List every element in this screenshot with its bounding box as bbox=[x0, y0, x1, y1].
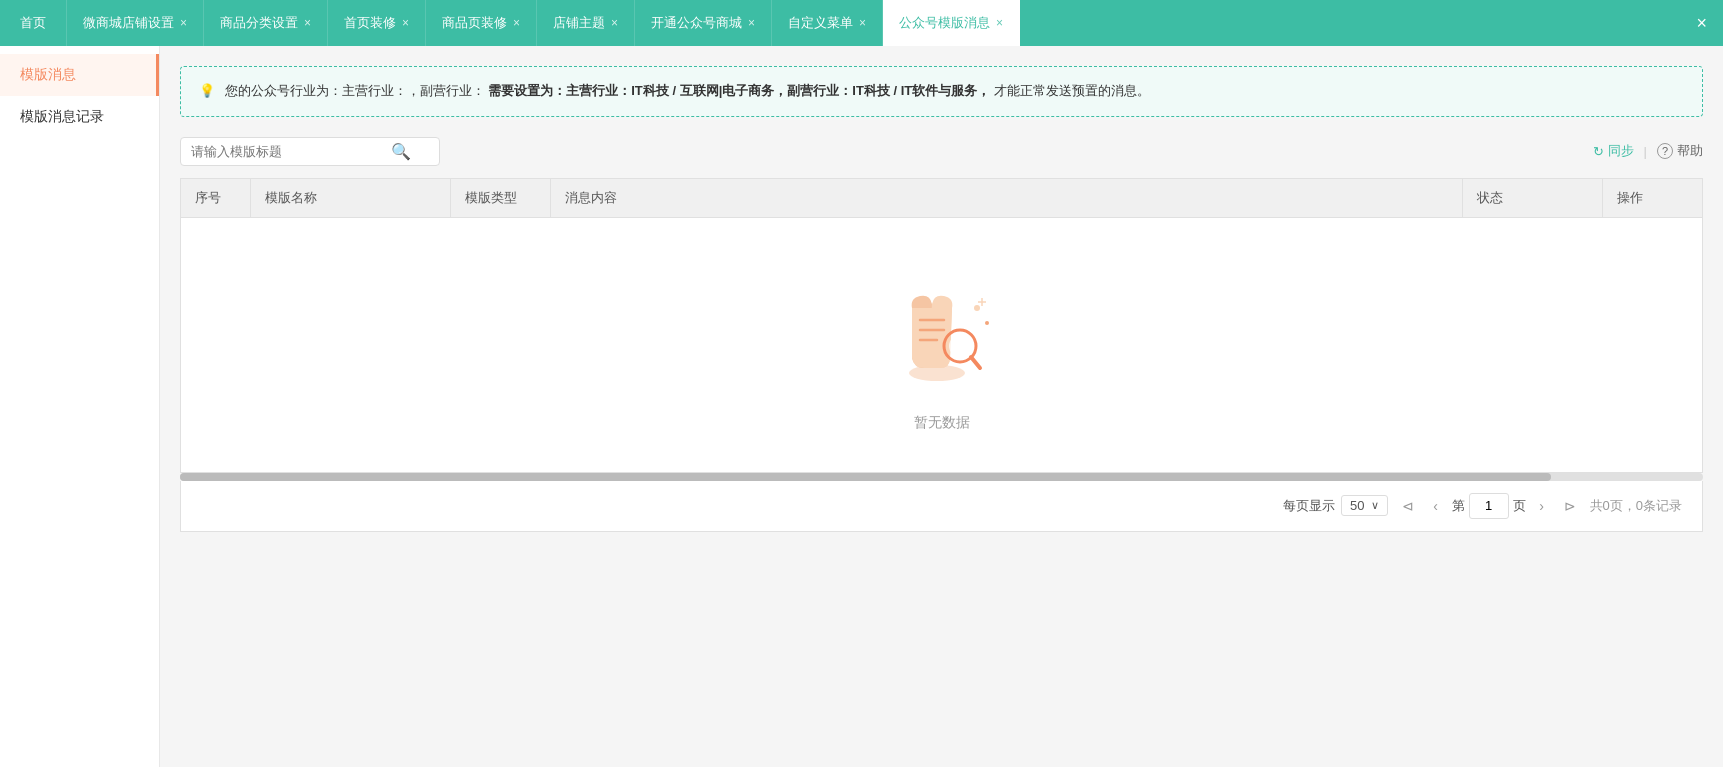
nav-tab-home-decor[interactable]: 首页装修 × bbox=[328, 0, 426, 46]
col-header-type: 模版类型 bbox=[451, 178, 551, 217]
close-tab-product-decor[interactable]: × bbox=[513, 16, 520, 30]
page-unit: 页 bbox=[1513, 497, 1526, 515]
col-header-name: 模版名称 bbox=[251, 178, 451, 217]
nav-tab-theme[interactable]: 店铺主题 × bbox=[537, 0, 635, 46]
sidebar-item-template-msg[interactable]: 模版消息 bbox=[0, 54, 159, 96]
page-navigation: ⊲ ‹ 第 页 › ⊳ bbox=[1396, 493, 1582, 519]
svg-line-6 bbox=[971, 357, 980, 368]
per-page-label: 每页显示 bbox=[1283, 497, 1335, 515]
close-tab-template-msg[interactable]: × bbox=[996, 16, 1003, 30]
nav-tab-shop-settings[interactable]: 微商城店铺设置 × bbox=[67, 0, 204, 46]
search-input-wrap: 🔍 bbox=[180, 137, 440, 166]
col-header-index: 序号 bbox=[181, 178, 251, 217]
notice-box: 💡 您的公众号行业为：主营行业：，副营行业： 需要设置为：主营行业：IT科技 /… bbox=[180, 66, 1703, 117]
toolbar-divider: | bbox=[1644, 144, 1647, 159]
total-info: 共0页，0条记录 bbox=[1590, 497, 1682, 515]
first-page-button[interactable]: ⊲ bbox=[1396, 494, 1420, 518]
svg-point-8 bbox=[985, 321, 989, 325]
nav-tab-mall[interactable]: 开通公众号商城 × bbox=[635, 0, 772, 46]
col-header-status: 状态 bbox=[1463, 178, 1603, 217]
horizontal-scrollbar[interactable] bbox=[180, 473, 1703, 481]
nav-tab-menu[interactable]: 自定义菜单 × bbox=[772, 0, 883, 46]
search-icon[interactable]: 🔍 bbox=[391, 142, 411, 161]
top-nav: 首页 微商城店铺设置 × 商品分类设置 × 首页装修 × 商品页装修 × 店铺主… bbox=[0, 0, 1723, 46]
nav-tab-template-msg[interactable]: 公众号模版消息 × bbox=[883, 0, 1020, 46]
page-size-select: 每页显示 50 ∨ bbox=[1283, 495, 1387, 516]
sync-button[interactable]: ↻ 同步 bbox=[1593, 142, 1634, 160]
sidebar-item-template-log[interactable]: 模版消息记录 bbox=[0, 96, 159, 138]
close-all-tabs[interactable]: × bbox=[1680, 13, 1723, 34]
page-size-dropdown[interactable]: 50 ∨ bbox=[1341, 495, 1387, 516]
nav-tab-home[interactable]: 首页 bbox=[0, 0, 67, 46]
svg-point-5 bbox=[949, 335, 971, 357]
close-tab-theme[interactable]: × bbox=[611, 16, 618, 30]
search-bar: 🔍 ↻ 同步 | ? 帮助 bbox=[180, 137, 1703, 166]
page-label: 第 bbox=[1452, 497, 1465, 515]
search-input[interactable] bbox=[191, 144, 391, 159]
close-tab-home-decor[interactable]: × bbox=[402, 16, 409, 30]
chevron-down-icon: ∨ bbox=[1371, 499, 1379, 512]
empty-text: 暂无数据 bbox=[914, 414, 970, 432]
sync-icon: ↻ bbox=[1593, 144, 1604, 159]
notice-highlight: 需要设置为：主营行业：IT科技 / 互联网|电子商务，副营行业：IT科技 / I… bbox=[488, 83, 990, 98]
notice-icon: 💡 bbox=[199, 83, 215, 98]
nav-tab-product-decor[interactable]: 商品页装修 × bbox=[426, 0, 537, 46]
scroll-thumb[interactable] bbox=[180, 473, 1551, 481]
nav-tab-category[interactable]: 商品分类设置 × bbox=[204, 0, 328, 46]
main-layout: 模版消息 模版消息记录 💡 您的公众号行业为：主营行业：，副营行业： 需要设置为… bbox=[0, 46, 1723, 767]
svg-point-7 bbox=[974, 305, 980, 311]
help-button[interactable]: ? 帮助 bbox=[1657, 142, 1703, 160]
toolbar-right: ↻ 同步 | ? 帮助 bbox=[1593, 142, 1703, 160]
help-icon: ? bbox=[1657, 143, 1673, 159]
data-table: 序号 模版名称 模版类型 消息内容 状态 操作 bbox=[180, 178, 1703, 473]
col-header-action: 操作 bbox=[1603, 178, 1703, 217]
last-page-button[interactable]: ⊳ bbox=[1558, 494, 1582, 518]
content-area: 💡 您的公众号行业为：主营行业：，副营行业： 需要设置为：主营行业：IT科技 /… bbox=[160, 46, 1723, 767]
pagination: 每页显示 50 ∨ ⊲ ‹ 第 页 › ⊳ 共0页，0条记录 bbox=[180, 481, 1703, 532]
page-number-input[interactable] bbox=[1469, 493, 1509, 519]
empty-illustration bbox=[882, 278, 1002, 398]
page-size-value: 50 bbox=[1350, 498, 1364, 513]
empty-state: 暂无数据 bbox=[181, 218, 1702, 472]
close-tab-mall[interactable]: × bbox=[748, 16, 755, 30]
col-header-content: 消息内容 bbox=[551, 178, 1463, 217]
sidebar: 模版消息 模版消息记录 bbox=[0, 46, 160, 767]
next-page-button[interactable]: › bbox=[1530, 494, 1554, 518]
close-tab-category[interactable]: × bbox=[304, 16, 311, 30]
prev-page-button[interactable]: ‹ bbox=[1424, 494, 1448, 518]
close-tab-shop-settings[interactable]: × bbox=[180, 16, 187, 30]
close-tab-menu[interactable]: × bbox=[859, 16, 866, 30]
